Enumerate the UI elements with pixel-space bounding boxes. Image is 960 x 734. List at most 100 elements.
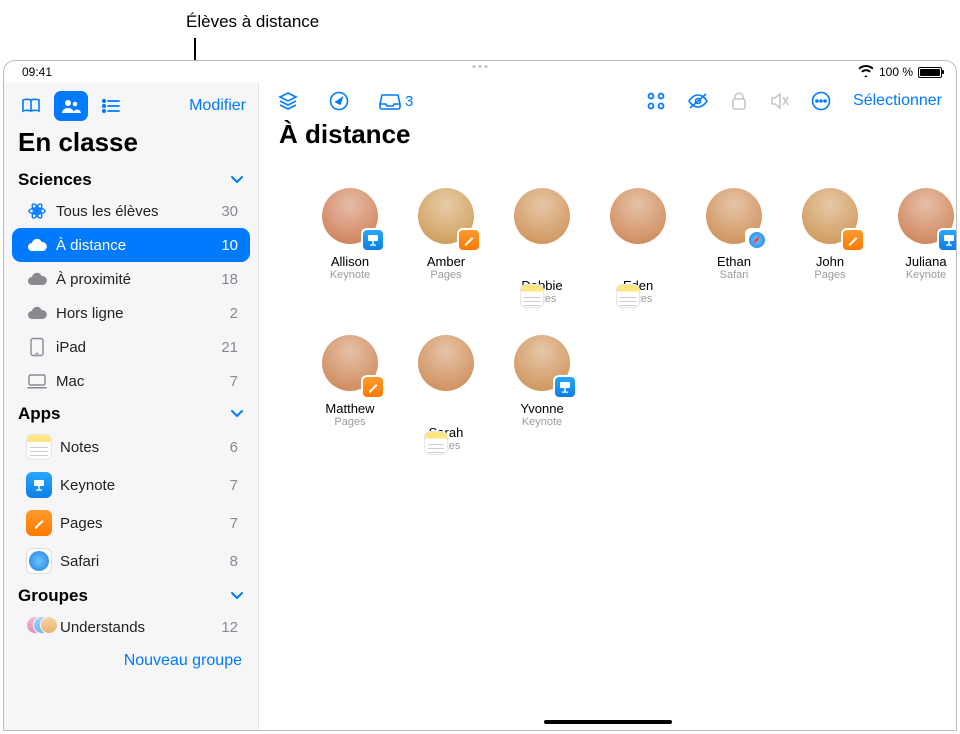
student-grid: Allison Keynote Amber Pages Debbie Notes… <box>269 168 946 452</box>
chevron-down-icon <box>230 170 244 190</box>
student-app: Keynote <box>906 269 946 281</box>
student-name: Yvonne <box>520 401 563 416</box>
student-name: Amber <box>427 254 465 269</box>
seg-list-icon[interactable] <box>94 91 128 121</box>
sidebar-item-label: Tous les élèves <box>56 203 159 220</box>
mute-icon <box>769 92 789 110</box>
student-juliana[interactable]: Juliana Keynote <box>881 188 956 305</box>
page-title: À distance <box>269 115 946 168</box>
hide-icon[interactable] <box>687 93 709 109</box>
edit-button[interactable]: Modifier <box>189 97 246 115</box>
section-label: Apps <box>18 404 61 424</box>
sidebar-item-label: Keynote <box>60 477 115 494</box>
student-john[interactable]: John Pages <box>785 188 875 305</box>
sidebar-item-count: 8 <box>230 553 238 570</box>
app-badge-icon <box>424 431 448 455</box>
student-sarah[interactable]: Sarah Notes <box>401 335 491 452</box>
sidebar-item-label: Notes <box>60 439 99 456</box>
sidebar-item-label: À distance <box>56 237 126 254</box>
student-name: John <box>816 254 844 269</box>
sidebar-item-hors-ligne[interactable]: Hors ligne 2 <box>12 296 250 330</box>
sidebar-item-ipad[interactable]: iPad 21 <box>12 330 250 364</box>
sidebar-item-count: 21 <box>221 339 238 356</box>
seg-people-icon[interactable] <box>54 91 88 121</box>
student-ethan[interactable]: Ethan Safari <box>689 188 779 305</box>
sidebar-mode-toggle <box>14 91 128 121</box>
battery-icon <box>918 67 942 78</box>
ipad-window: 09:41 100 % <box>3 60 957 731</box>
sidebar-item-count: 7 <box>230 373 238 390</box>
sidebar-item-app-pages[interactable]: Pages 7 <box>12 504 250 542</box>
multitask-handle[interactable] <box>473 65 488 68</box>
sidebar-item-label: Mac <box>56 373 84 390</box>
section-header-apps[interactable]: Apps <box>4 398 258 428</box>
sidebar-item-count: 10 <box>221 237 238 254</box>
avatar <box>610 188 666 244</box>
student-name: Matthew <box>325 401 374 416</box>
sidebar-item-label: À proximité <box>56 271 131 288</box>
sidebar-item-count: 12 <box>221 619 238 636</box>
student-yvonne[interactable]: Yvonne Keynote <box>497 335 587 452</box>
lock-icon <box>731 91 747 111</box>
student-matthew[interactable]: Matthew Pages <box>305 335 395 452</box>
cloud-icon <box>26 268 48 290</box>
actions-stack-icon[interactable] <box>277 91 299 111</box>
sidebar-item-count: 2 <box>230 305 238 322</box>
avatar <box>418 335 474 391</box>
grid-view-icon[interactable] <box>647 92 665 110</box>
chevron-down-icon <box>230 404 244 424</box>
student-allison[interactable]: Allison Keynote <box>305 188 395 305</box>
app-badge-icon <box>745 228 769 252</box>
sidebar-item-app-notes[interactable]: Notes 6 <box>12 428 250 466</box>
seg-book-icon[interactable] <box>14 91 48 121</box>
more-icon[interactable] <box>811 91 831 111</box>
sidebar-item-app-keynote[interactable]: Keynote 7 <box>12 466 250 504</box>
sidebar-item-app-safari[interactable]: Safari 8 <box>12 542 250 580</box>
sidebar-item-count: 7 <box>230 477 238 494</box>
student-app: Keynote <box>330 269 370 281</box>
compass-icon[interactable] <box>329 91 349 111</box>
student-app: Pages <box>334 416 365 428</box>
sidebar-item-label: Safari <box>60 553 99 570</box>
student-app: Pages <box>430 269 461 281</box>
student-name: Allison <box>331 254 369 269</box>
sidebar-item--proximit-[interactable]: À proximité 18 <box>12 262 250 296</box>
app-badge-icon <box>457 228 481 252</box>
student-name: Juliana <box>905 254 946 269</box>
app-badge-icon <box>520 284 544 308</box>
main-panel: 3 <box>259 83 956 730</box>
sidebar-item-label: iPad <box>56 339 86 356</box>
avatar <box>514 188 570 244</box>
section-label: Sciences <box>18 170 92 190</box>
status-time: 09:41 <box>22 65 52 79</box>
cloud-icon <box>26 234 48 256</box>
sidebar-item-count: 18 <box>221 271 238 288</box>
sidebar-item--distance[interactable]: À distance 10 <box>12 228 250 262</box>
app-title: En classe <box>4 125 258 164</box>
section-header-groups[interactable]: Groupes <box>4 580 258 610</box>
new-group-button[interactable]: Nouveau groupe <box>4 644 258 670</box>
inbox-icon[interactable]: 3 <box>379 92 413 110</box>
chevron-down-icon <box>230 586 244 606</box>
section-label: Groupes <box>18 586 88 606</box>
student-app: Keynote <box>522 416 562 428</box>
wifi-icon <box>858 65 874 80</box>
section-header-class[interactable]: Sciences <box>4 164 258 194</box>
sidebar-item-tous-les-l-ves[interactable]: Tous les élèves 30 <box>12 194 250 228</box>
student-debbie[interactable]: Debbie Notes <box>497 188 587 305</box>
app-badge-icon <box>937 228 956 252</box>
app-badge-icon <box>361 228 385 252</box>
sidebar-item-count: 7 <box>230 515 238 532</box>
student-app: Pages <box>814 269 845 281</box>
cloud-icon <box>26 302 48 324</box>
sidebar-item-count: 30 <box>221 203 238 220</box>
home-indicator[interactable] <box>544 720 672 724</box>
sidebar-item-mac[interactable]: Mac 7 <box>12 364 250 398</box>
sidebar-item-label: Pages <box>60 515 103 532</box>
select-button[interactable]: Sélectionner <box>853 92 942 110</box>
sidebar-item-label: Hors ligne <box>56 305 124 322</box>
student-eden[interactable]: Eden Notes <box>593 188 683 305</box>
sidebar-item-group-understands[interactable]: Understands 12 <box>12 610 250 644</box>
app-badge-icon <box>361 375 385 399</box>
student-amber[interactable]: Amber Pages <box>401 188 491 305</box>
